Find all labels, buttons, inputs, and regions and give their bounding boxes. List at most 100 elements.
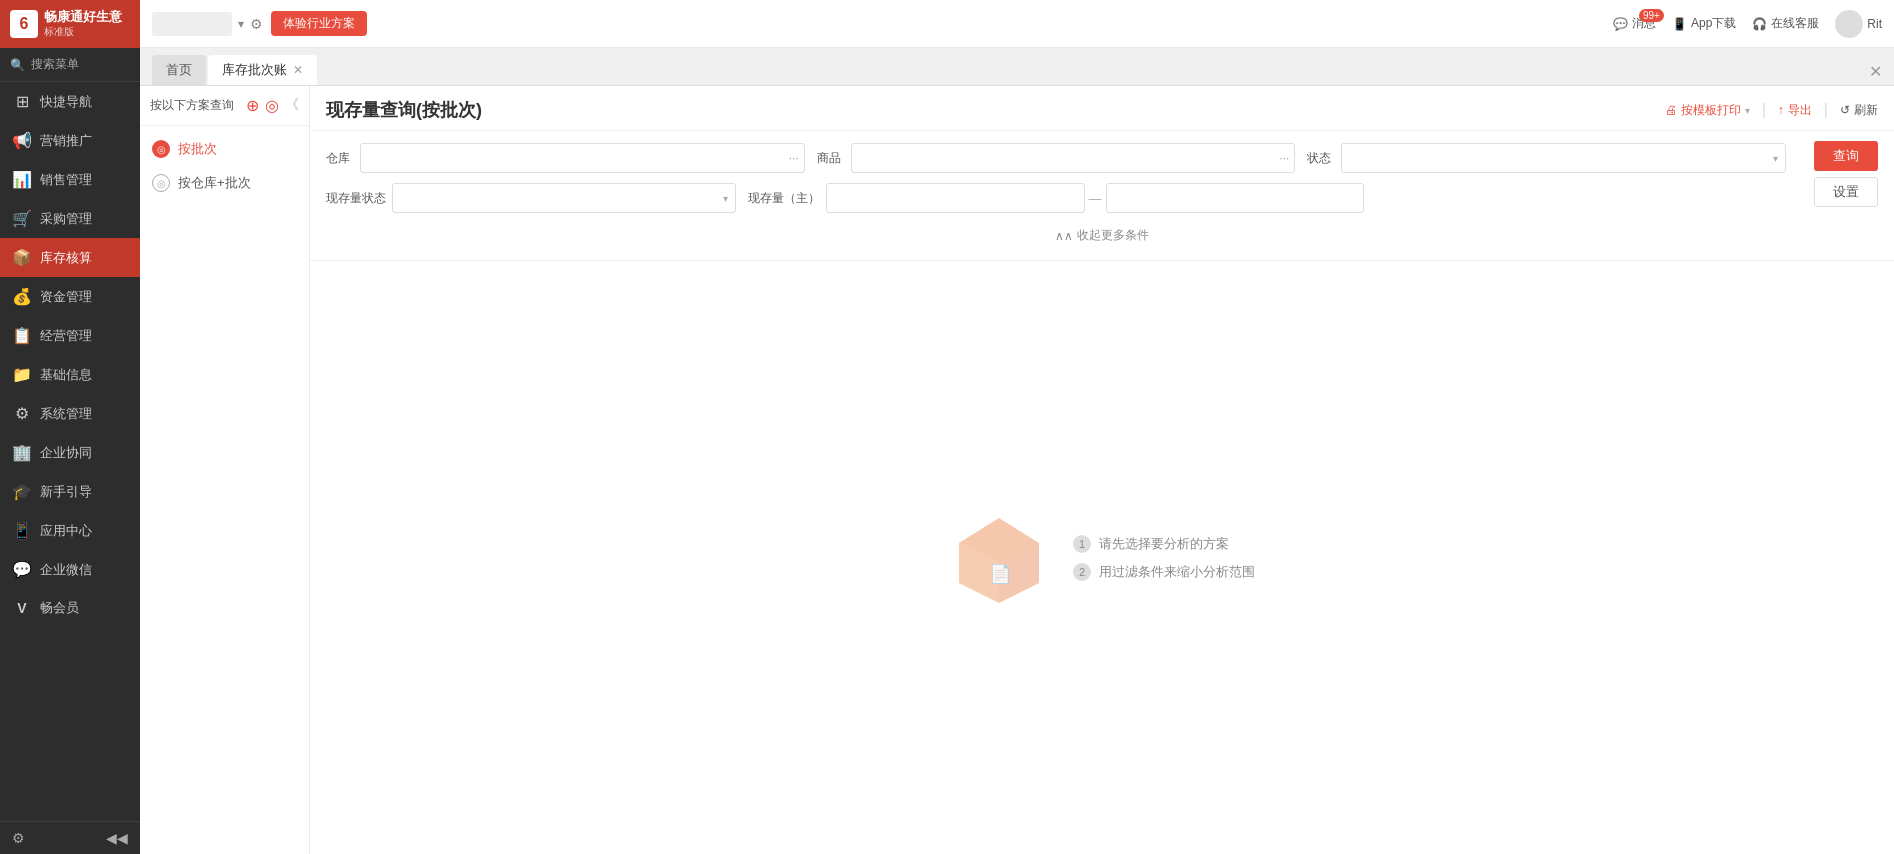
product-input-wrap: ···: [851, 143, 1296, 173]
search-icon: 🔍: [10, 58, 25, 72]
sidebar-item-marketing[interactable]: 📢 营销推广: [0, 121, 140, 160]
tab-home[interactable]: 首页: [152, 55, 206, 85]
sidebar-item-newbie[interactable]: 🎓 新手引导: [0, 472, 140, 511]
sidebar-item-label: 库存核算: [40, 249, 92, 267]
query-btn[interactable]: 查询: [1814, 141, 1878, 171]
sidebar-item-label: 畅会员: [40, 599, 79, 617]
scheme-header-label: 按以下方案查询: [150, 97, 234, 114]
tip-num-2: 2: [1073, 563, 1091, 581]
app-subtitle: 标准版: [44, 25, 122, 39]
warehouse-input-wrap: ···: [360, 143, 805, 173]
stock-status-select[interactable]: [392, 183, 736, 213]
app-download-label: App下载: [1691, 15, 1736, 32]
empty-state-content: 📄 1 请先选择要分析的方案 2 用过滤条件来缩小分析范围: [949, 508, 1255, 608]
stock-status-select-wrap: ▾: [392, 183, 736, 213]
app-download-btn[interactable]: 📱 App下载: [1672, 15, 1736, 32]
stock-status-field: 现存量状态 ▾: [326, 183, 736, 213]
refresh-icon: ↺: [1840, 103, 1850, 117]
sidebar-item-enterprise[interactable]: 🏢 企业协同: [0, 433, 140, 472]
sidebar-item-finance[interactable]: 💰 资金管理: [0, 277, 140, 316]
collapse-scheme-icon[interactable]: 《: [285, 96, 299, 115]
status-select[interactable]: [1341, 143, 1786, 173]
stock-qty-field: 现存量（主） —: [748, 183, 1363, 213]
tab-inventory-batch[interactable]: 库存批次账 ✕: [208, 55, 317, 85]
dropdown-arrow-icon[interactable]: ▾: [238, 17, 244, 31]
username-label: Rit: [1867, 17, 1882, 31]
scheme-item-label: 按批次: [178, 140, 217, 158]
app-title: 畅康通好生意: [44, 9, 122, 25]
page-content: 按以下方案查询 ⊕ ◎ 《 ◎ 按批次 ◎ 按仓库+批次: [140, 86, 1894, 854]
sidebar-item-basic-info[interactable]: 📁 基础信息: [0, 355, 140, 394]
page-title-actions: 🖨 按模板打印 ▾ | ↑ 导出 | ↺ 刷新: [1665, 101, 1878, 119]
stock-status-label: 现存量状态: [326, 190, 386, 207]
print-btn[interactable]: 🖨 按模板打印 ▾: [1665, 102, 1750, 119]
filter-row-1: 仓库 ··· 商品 ··· 状态: [326, 143, 1878, 173]
avatar: [1835, 10, 1863, 38]
scheme-list: ◎ 按批次 ◎ 按仓库+批次: [140, 126, 309, 206]
tab-close-icon[interactable]: ✕: [293, 64, 303, 76]
sidebar-item-sales[interactable]: 📊 销售管理: [0, 160, 140, 199]
tip-num-1: 1: [1073, 535, 1091, 553]
collapse-filter-btn[interactable]: ∧∧ 收起更多条件: [1055, 227, 1149, 244]
messages-btn[interactable]: 💬 消息 99+: [1613, 15, 1656, 32]
sidebar-item-label: 基础信息: [40, 366, 92, 384]
sidebar-footer: ⚙ ◀◀: [0, 821, 140, 854]
export-icon: ↑: [1778, 103, 1784, 117]
stock-qty-min[interactable]: [826, 183, 1084, 213]
warehouse-label: 仓库: [326, 150, 354, 167]
query-area: 现存量查询(按批次) 🖨 按模板打印 ▾ | ↑ 导出 | ↺: [310, 86, 1894, 854]
print-dropdown-icon[interactable]: ▾: [1745, 105, 1750, 116]
basic-info-icon: 📁: [12, 365, 32, 384]
collapse-arrow-icon: ∧∧: [1055, 229, 1073, 243]
empty-state-illustration: 📄: [949, 508, 1049, 608]
purchase-icon: 🛒: [12, 209, 32, 228]
empty-tip-2: 2 用过滤条件来缩小分析范围: [1073, 563, 1255, 581]
sidebar-item-system[interactable]: ⚙ 系统管理: [0, 394, 140, 433]
sidebar-item-purchase[interactable]: 🛒 采购管理: [0, 199, 140, 238]
scheme-inactive-icon: ◎: [152, 174, 170, 192]
enterprise-wechat-icon: 💬: [12, 560, 32, 579]
online-service-btn[interactable]: 🎧 在线客服: [1752, 15, 1819, 32]
product-input[interactable]: [851, 143, 1296, 173]
tip-text-1: 请先选择要分析的方案: [1099, 535, 1229, 553]
scheme-active-icon: ◎: [152, 140, 170, 158]
settings-icon[interactable]: ⚙: [12, 830, 25, 846]
warehouse-input[interactable]: [360, 143, 805, 173]
export-btn[interactable]: ↑ 导出: [1778, 102, 1812, 119]
user-info-btn[interactable]: Rit: [1835, 10, 1882, 38]
sidebar-item-vip[interactable]: V 畅会员: [0, 589, 140, 627]
sidebar-item-operations[interactable]: 📋 经营管理: [0, 316, 140, 355]
sidebar-item-app-center[interactable]: 📱 应用中心: [0, 511, 140, 550]
sidebar-item-label: 快捷导航: [40, 93, 92, 111]
warehouse-suffix[interactable]: ···: [789, 151, 799, 165]
app-title-wrap: 畅康通好生意 标准版: [44, 9, 122, 39]
range-separator: —: [1089, 191, 1102, 206]
breadcrumb-input[interactable]: [152, 12, 232, 36]
status-label: 状态: [1307, 150, 1335, 167]
refresh-btn[interactable]: ↺ 刷新: [1840, 102, 1878, 119]
settings-scheme-icon[interactable]: ◎: [265, 96, 279, 115]
sidebar-item-quick-nav[interactable]: ⊞ 快捷导航: [0, 82, 140, 121]
tabs-close-all-icon[interactable]: ✕: [1869, 62, 1882, 81]
topbar: ▾ ⚙ 体验行业方案 💬 消息 99+ 📱 App下载 🎧 在线客服 Rit: [140, 0, 1894, 48]
product-suffix[interactable]: ···: [1279, 151, 1289, 165]
scheme-item-by-batch[interactable]: ◎ 按批次: [140, 132, 309, 166]
settings-btn[interactable]: 设置: [1814, 177, 1878, 207]
print-icon: 🖨: [1665, 103, 1677, 117]
topbar-gear-icon[interactable]: ⚙: [250, 16, 263, 32]
stock-qty-max[interactable]: [1106, 183, 1364, 213]
sidebar-item-inventory[interactable]: 📦 库存核算: [0, 238, 140, 277]
collapse-sidebar-icon[interactable]: ◀◀: [106, 830, 128, 846]
product-label: 商品: [817, 150, 845, 167]
sidebar-search-btn[interactable]: 🔍 搜索菜单: [0, 48, 140, 82]
add-scheme-icon[interactable]: ⊕: [246, 96, 259, 115]
finance-icon: 💰: [12, 287, 32, 306]
newbie-icon: 🎓: [12, 482, 32, 501]
sidebar-item-label: 销售管理: [40, 171, 92, 189]
scheme-item-by-warehouse-batch[interactable]: ◎ 按仓库+批次: [140, 166, 309, 200]
marketing-icon: 📢: [12, 131, 32, 150]
topbar-right: 💬 消息 99+ 📱 App下载 🎧 在线客服 Rit: [1613, 10, 1882, 38]
quick-nav-icon: ⊞: [12, 92, 32, 111]
experience-btn[interactable]: 体验行业方案: [271, 11, 367, 36]
sidebar-item-enterprise-wechat[interactable]: 💬 企业微信: [0, 550, 140, 589]
